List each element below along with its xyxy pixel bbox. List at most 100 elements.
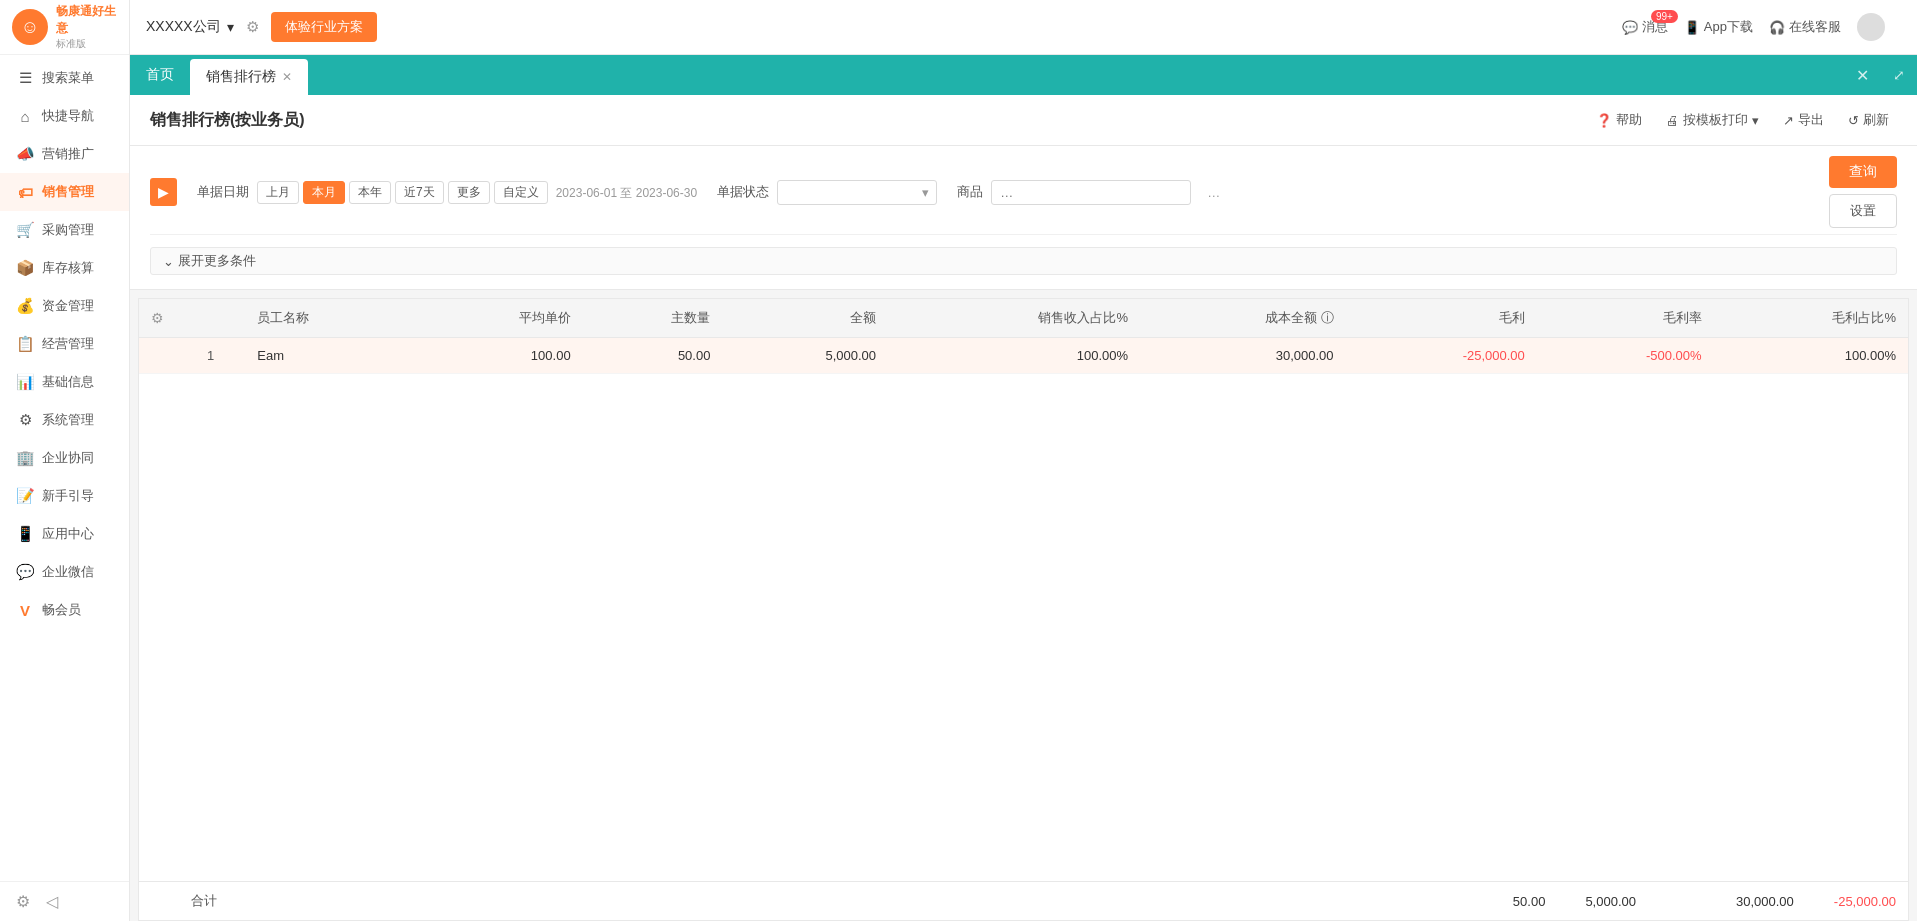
date-buttons: 上月 本月 本年 近7天 更多 自定义	[257, 181, 548, 204]
sidebar-item-operations[interactable]: 📋 经营管理	[0, 325, 129, 363]
row-settings	[139, 338, 176, 374]
goods-label: 商品	[957, 183, 983, 201]
sidebar-item-marketing[interactable]: 📣 营销推广	[0, 135, 129, 173]
page-actions: ❓ 帮助 🖨 按模板打印 ▾ ↗ 导出 ↺ 刷新	[1588, 107, 1897, 133]
sidebar-item-enterprise[interactable]: 🏢 企业协同	[0, 439, 129, 477]
user-avatar[interactable]	[1857, 13, 1885, 41]
sidebar-item-apps[interactable]: 📱 应用中心	[0, 515, 129, 553]
tab-sales-rank[interactable]: 销售排行榜 ✕	[190, 59, 308, 95]
sidebar-item-purchase[interactable]: 🛒 采购管理	[0, 211, 129, 249]
export-btn[interactable]: ↗ 导出	[1775, 107, 1832, 133]
industry-btn[interactable]: 体验行业方案	[271, 12, 377, 42]
sidebar-item-system[interactable]: ⚙ 系统管理	[0, 401, 129, 439]
col-index-header	[176, 299, 245, 338]
sidebar-item-label: 畅会员	[42, 601, 81, 619]
data-table: ⚙ 员工名称 平均单价 主数量 全额 销售收入占比% 成本全额 ⓘ 毛利 毛利率…	[139, 299, 1908, 374]
print-chevron-icon: ▾	[1752, 113, 1759, 128]
goods-input[interactable]	[991, 180, 1191, 205]
sidebar-item-basic[interactable]: 📊 基础信息	[0, 363, 129, 401]
footer-amount: 5,000.00	[1585, 894, 1636, 909]
sidebar-item-member[interactable]: V 畅会员	[0, 591, 129, 629]
wechat-icon: 💬	[16, 563, 34, 581]
table-footer: 合计 50.00 5,000.00 30,000.00 -25,000.00	[138, 882, 1909, 921]
finance-icon: 💰	[16, 297, 34, 315]
row-name: Eam	[245, 338, 414, 374]
col-salespct-header: 销售收入占比%	[888, 299, 1140, 338]
col-settings-icon[interactable]: ⚙	[151, 310, 164, 326]
filter-toggle-btn[interactable]: ▶	[150, 178, 177, 206]
chevron-down-icon: ⌄	[163, 254, 174, 269]
table-row: 1 Eam 100.00 50.00 5,000.00 100.00% 30,0…	[139, 338, 1908, 374]
goods-ellipsis-btn[interactable]: …	[1199, 181, 1228, 204]
tab-home[interactable]: 首页	[130, 55, 190, 95]
current-year-btn[interactable]: 本年	[349, 181, 391, 204]
topbar-right: 💬 消息 99+ 📱 App下载 🎧 在线客服	[1622, 13, 1901, 41]
settings-filter-btn[interactable]: 设置	[1829, 194, 1897, 228]
sidebar-item-finance[interactable]: 💰 资金管理	[0, 287, 129, 325]
col-amount-header: 全额	[722, 299, 888, 338]
operations-icon: 📋	[16, 335, 34, 353]
footer-label: 合计	[151, 892, 217, 910]
refresh-label: 刷新	[1863, 111, 1889, 129]
message-btn[interactable]: 💬 消息 99+	[1622, 18, 1668, 36]
sidebar-item-guide[interactable]: 📝 新手引导	[0, 477, 129, 515]
more-conditions-row: ⌄ 展开更多条件	[150, 234, 1897, 279]
date-filter: 单据日期 上月 本月 本年 近7天 更多 自定义 2023-06-01 至 20…	[197, 181, 697, 204]
7days-btn[interactable]: 近7天	[395, 181, 444, 204]
gear-icon[interactable]: ⚙	[246, 18, 259, 36]
sidebar-item-search[interactable]: ☰ 搜索菜单	[0, 59, 129, 97]
topbar: XXXXX公司 ▾ ⚙ 体验行业方案 💬 消息 99+ 📱 App下载 🎧 在线…	[130, 0, 1917, 55]
col-gross-header: 毛利	[1346, 299, 1537, 338]
filter-main-row: ▶ 单据日期 上月 本月 本年 近7天 更多 自定义 2023-06-01 至 …	[150, 156, 1897, 228]
member-icon: V	[16, 602, 34, 619]
col-qty-header: 主数量	[583, 299, 723, 338]
sidebar-item-shortcut[interactable]: ⌂ 快捷导航	[0, 97, 129, 135]
sidebar-item-inventory[interactable]: 📦 库存核算	[0, 249, 129, 287]
sidebar-item-wechat[interactable]: 💬 企业微信	[0, 553, 129, 591]
headset-icon: 🎧	[1769, 20, 1785, 35]
sidebar-item-label: 应用中心	[42, 525, 94, 543]
row-cost: 30,000.00	[1140, 338, 1346, 374]
online-service-btn[interactable]: 🎧 在线客服	[1769, 18, 1841, 36]
more-conditions-label: 展开更多条件	[178, 252, 256, 270]
app-label: App下载	[1704, 18, 1753, 36]
footer-cost: 30,000.00	[1736, 894, 1794, 909]
refresh-btn[interactable]: ↺ 刷新	[1840, 107, 1897, 133]
filter-bar: ▶ 单据日期 上月 本月 本年 近7天 更多 自定义 2023-06-01 至 …	[130, 146, 1917, 290]
close-window-icon[interactable]: ✕	[1844, 66, 1881, 85]
collapse-icon[interactable]: ◁	[46, 892, 58, 911]
guide-icon: 📝	[16, 487, 34, 505]
page-title: 销售排行榜(按业务员)	[150, 110, 305, 131]
company-selector[interactable]: XXXXX公司 ▾	[146, 18, 234, 36]
more-date-btn[interactable]: 更多	[448, 181, 490, 204]
expand-more-btn[interactable]: ⌄ 展开更多条件	[150, 247, 1897, 275]
tab-close-icon[interactable]: ✕	[282, 70, 292, 84]
phone-icon: 📱	[1684, 20, 1700, 35]
main-area: XXXXX公司 ▾ ⚙ 体验行业方案 💬 消息 99+ 📱 App下载 🎧 在线…	[130, 0, 1917, 921]
current-month-btn[interactable]: 本月	[303, 181, 345, 204]
sidebar-item-label: 新手引导	[42, 487, 94, 505]
system-icon: ⚙	[16, 411, 34, 429]
restore-window-icon[interactable]: ⤢	[1881, 67, 1917, 83]
settings-icon[interactable]: ⚙	[16, 892, 30, 911]
help-label: 帮助	[1616, 111, 1642, 129]
refresh-icon: ↺	[1848, 113, 1859, 128]
sales-rank-tab-label: 销售排行榜	[206, 68, 276, 86]
print-btn[interactable]: 🖨 按模板打印 ▾	[1658, 107, 1767, 133]
status-select-wrapper	[777, 180, 937, 205]
row-qty: 50.00	[583, 338, 723, 374]
row-index: 1	[176, 338, 245, 374]
prev-month-btn[interactable]: 上月	[257, 181, 299, 204]
custom-date-btn[interactable]: 自定义	[494, 181, 548, 204]
sidebar-item-sales[interactable]: 🏷 销售管理	[0, 173, 129, 211]
status-select[interactable]	[777, 180, 937, 205]
row-salespct: 100.00%	[888, 338, 1140, 374]
page-content: 销售排行榜(按业务员) ❓ 帮助 🖨 按模板打印 ▾ ↗ 导出 ↺ 刷新	[130, 95, 1917, 921]
query-btn[interactable]: 查询	[1829, 156, 1897, 188]
export-label: 导出	[1798, 111, 1824, 129]
sidebar-item-label: 搜索菜单	[42, 69, 94, 87]
help-btn[interactable]: ❓ 帮助	[1588, 107, 1650, 133]
message-icon: 💬	[1622, 20, 1638, 35]
app-download-btn[interactable]: 📱 App下载	[1684, 18, 1753, 36]
sidebar-item-label: 采购管理	[42, 221, 94, 239]
